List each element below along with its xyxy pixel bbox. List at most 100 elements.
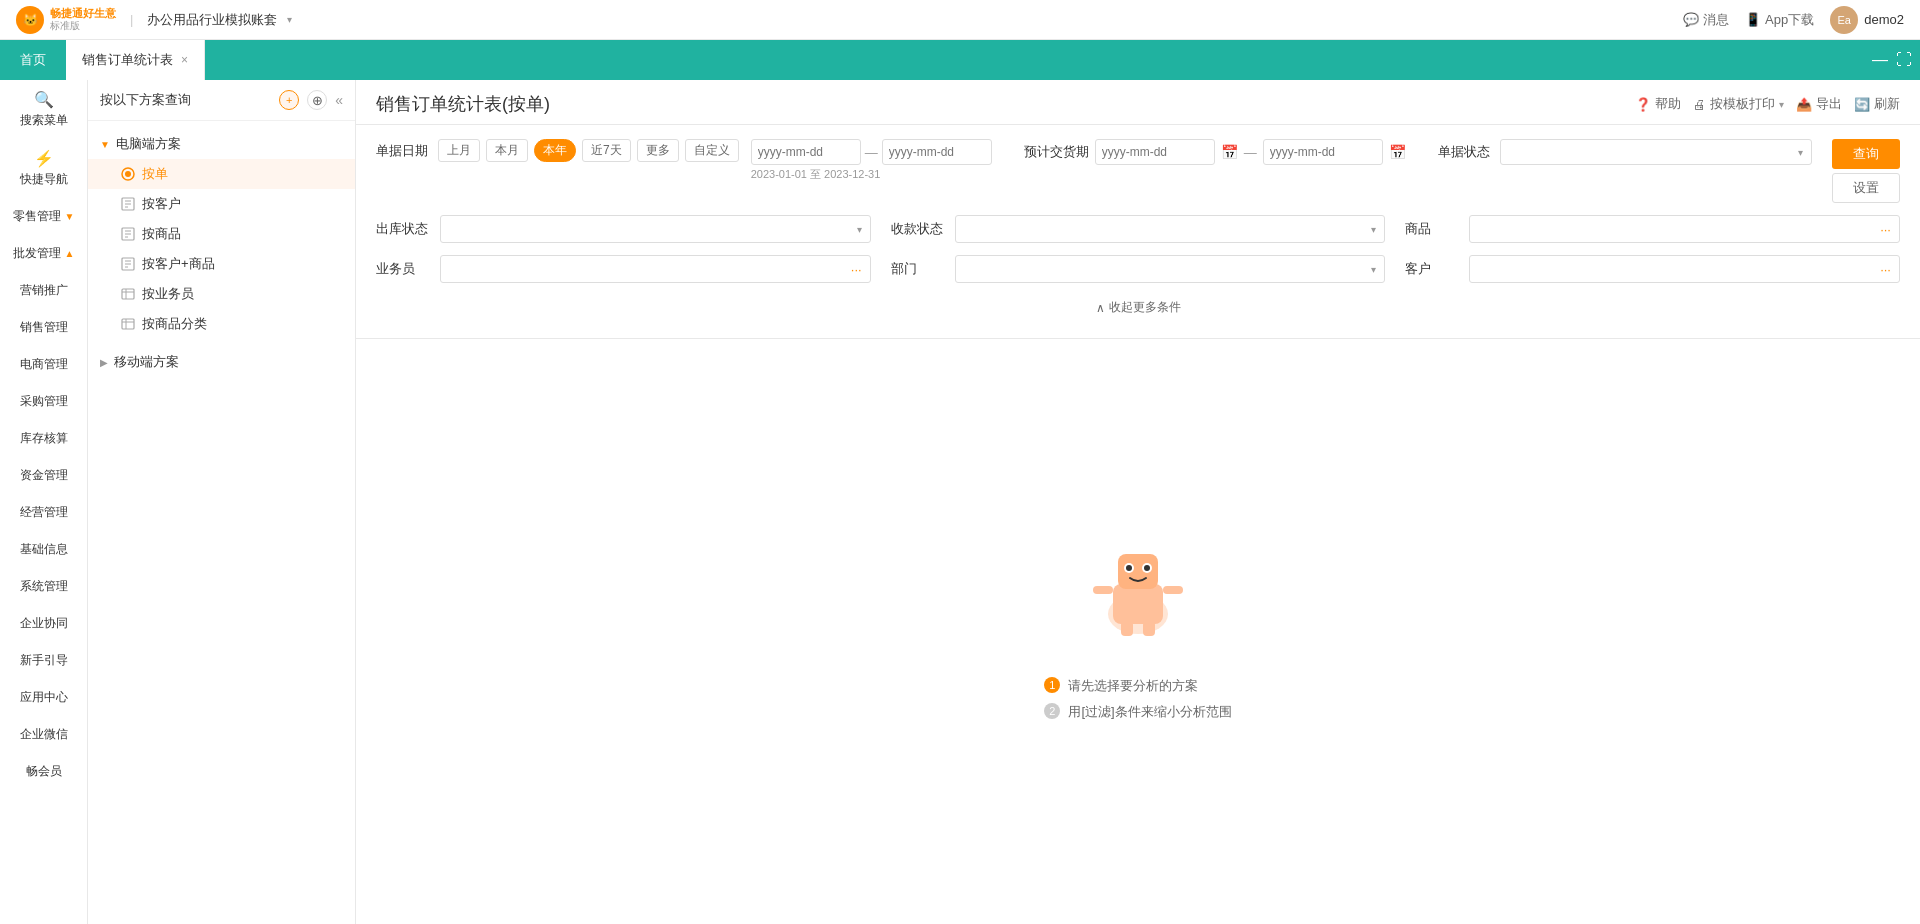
more-date-btn[interactable]: 更多 [637,139,679,162]
collapse-btn[interactable]: ∧ 收起更多条件 [1096,299,1181,316]
ship-status-select[interactable]: ▾ [440,215,871,243]
member-label: 畅会员 [26,763,62,780]
ship-status-cell: 出库状态 ▾ [376,215,871,243]
payment-status-cell: 收款状态 ▾ [891,215,1386,243]
end-date-input[interactable] [882,139,992,165]
collapse-panel-btn[interactable]: « [335,92,343,108]
customer-more-icon: ··· [1880,262,1891,277]
sidebar-item-system[interactable]: 系统管理 [0,568,87,605]
settings-button[interactable]: 设置 [1832,173,1900,203]
sidebar-item-basic[interactable]: 基础信息 [0,531,87,568]
sidebar-item-finance[interactable]: 资金管理 [0,457,87,494]
svg-point-25 [1126,565,1132,571]
last7days-btn[interactable]: 近7天 [582,139,631,162]
refresh-btn[interactable]: 🔄 刷新 [1854,95,1900,113]
salesperson-input[interactable]: ··· [440,255,871,283]
tree-by-customer[interactable]: 按客户 [88,189,355,219]
page-actions: ❓ 帮助 🖨 按模板打印 ▾ 📤 导出 🔄 刷新 [1635,95,1900,113]
tab-home[interactable]: 首页 [0,40,66,80]
tree-by-category[interactable]: 按商品分类 [88,309,355,339]
sidebar-item-inventory[interactable]: 库存核算 [0,420,87,457]
tab-sales-order[interactable]: 销售订单统计表 × [66,40,205,80]
by-salesperson-label: 按业务员 [142,285,194,303]
sidebar-item-newbie[interactable]: 新手引导 [0,642,87,679]
goods-input[interactable]: ··· [1469,215,1900,243]
sidebar-item-wholesale[interactable]: 批发管理 ▲ [0,235,87,272]
sidebar: 🔍 搜索菜单 ⚡ 快捷导航 零售管理 ▼ 批发管理 ▲ 营销推广 销售管理 电商… [0,80,88,924]
tab-bar: 首页 销售订单统计表 × — ⛶ [0,40,1920,80]
newbie-label: 新手引导 [20,652,68,669]
tab-minimize-btn[interactable]: — [1872,51,1888,69]
tree-parent-pc[interactable]: ▼ 电脑端方案 [88,129,355,159]
payment-status-select[interactable]: ▾ [955,215,1386,243]
filter-area: 单据日期 上月 本月 本年 近7天 更多 自定义 — [356,125,1920,339]
by-goods-label: 按商品 [142,225,181,243]
sidebar-item-wechat[interactable]: 企业微信 [0,716,87,753]
department-select[interactable]: ▾ [955,255,1386,283]
svg-rect-30 [1143,621,1155,636]
message-btn[interactable]: 💬 消息 [1683,11,1729,29]
appcenter-label: 应用中心 [20,689,68,706]
refresh-label: 刷新 [1874,95,1900,113]
export-btn[interactable]: 📤 导出 [1796,95,1842,113]
right-panel: 销售订单统计表(按单) ❓ 帮助 🖨 按模板打印 ▾ 📤 导出 [356,80,1920,924]
date-filter-label: 单据日期 [376,142,432,160]
query-button[interactable]: 查询 [1832,139,1900,169]
bill-status-select[interactable]: ▾ [1500,139,1812,165]
search-icon: 🔍 [34,90,54,109]
step2-num: 2 [1044,703,1060,719]
tree-by-salesperson[interactable]: 按业务员 [88,279,355,309]
user-area[interactable]: Ea demo2 [1830,6,1904,34]
tree-by-goods[interactable]: 按商品 [88,219,355,249]
empty-step-1: 1 请先选择要分析的方案 [1044,677,1231,695]
tab-close-btn[interactable]: × [181,53,188,67]
last-month-btn[interactable]: 上月 [438,139,480,162]
app-title-dropdown[interactable]: ▾ [287,14,292,25]
custom-date-btn[interactable]: 自定义 [685,139,739,162]
goods-cell: 商品 ··· [1405,215,1900,243]
sidebar-item-enterprise[interactable]: 企业协同 [0,605,87,642]
svg-rect-27 [1093,586,1113,594]
customer-input[interactable]: ··· [1469,255,1900,283]
goods-label: 商品 [1405,220,1461,238]
tree-by-order[interactable]: 按单 [88,159,355,189]
ship-status-label: 出库状态 [376,220,432,238]
svg-rect-29 [1121,621,1133,636]
svg-rect-17 [122,319,134,329]
customer-label: 客户 [1405,260,1461,278]
sidebar-item-sales[interactable]: 销售管理 [0,309,87,346]
tree-by-customer-goods[interactable]: 按客户+商品 [88,249,355,279]
help-icon: ❓ [1635,97,1651,112]
sidebar-item-member[interactable]: 畅会员 [0,753,87,790]
mobile-section-label: 移动端方案 [114,353,179,371]
export-label: 导出 [1816,95,1842,113]
tab-bar-actions: — ⛶ [1872,51,1920,69]
edit-scheme-btn[interactable]: ⊕ [307,90,327,110]
this-month-btn[interactable]: 本月 [486,139,528,162]
left-panel-header: 按以下方案查询 + ⊕ « [88,80,355,121]
salesperson-more-icon: ··· [851,262,862,277]
svg-rect-21 [1113,584,1163,624]
print-btn[interactable]: 🖨 按模板打印 ▾ [1693,95,1784,113]
svg-rect-14 [122,289,134,299]
tree-parent-mobile[interactable]: ▶ 移动端方案 [88,347,355,377]
delivery-start-input[interactable] [1095,139,1215,165]
help-btn[interactable]: ❓ 帮助 [1635,95,1681,113]
sidebar-item-purchase[interactable]: 采购管理 [0,383,87,420]
sidebar-item-operations[interactable]: 经营管理 [0,494,87,531]
sidebar-item-appcenter[interactable]: 应用中心 [0,679,87,716]
delivery-separator: 📅 [1221,144,1238,160]
add-scheme-btn[interactable]: + [279,90,299,110]
app-download-btn[interactable]: 📱 App下载 [1745,11,1814,29]
sidebar-item-retail[interactable]: 零售管理 ▼ [0,198,87,235]
sidebar-item-marketing[interactable]: 营销推广 [0,272,87,309]
main-layout: 🔍 搜索菜单 ⚡ 快捷导航 零售管理 ▼ 批发管理 ▲ 营销推广 销售管理 电商… [0,80,1920,924]
sidebar-item-search-menu[interactable]: 🔍 搜索菜单 [0,80,87,139]
message-icon: 💬 [1683,12,1699,27]
this-year-btn[interactable]: 本年 [534,139,576,162]
delivery-end-input[interactable] [1263,139,1383,165]
start-date-input[interactable] [751,139,861,165]
sidebar-item-ecommerce[interactable]: 电商管理 [0,346,87,383]
sidebar-item-quick-nav[interactable]: ⚡ 快捷导航 [0,139,87,198]
tab-maximize-btn[interactable]: ⛶ [1896,51,1912,69]
